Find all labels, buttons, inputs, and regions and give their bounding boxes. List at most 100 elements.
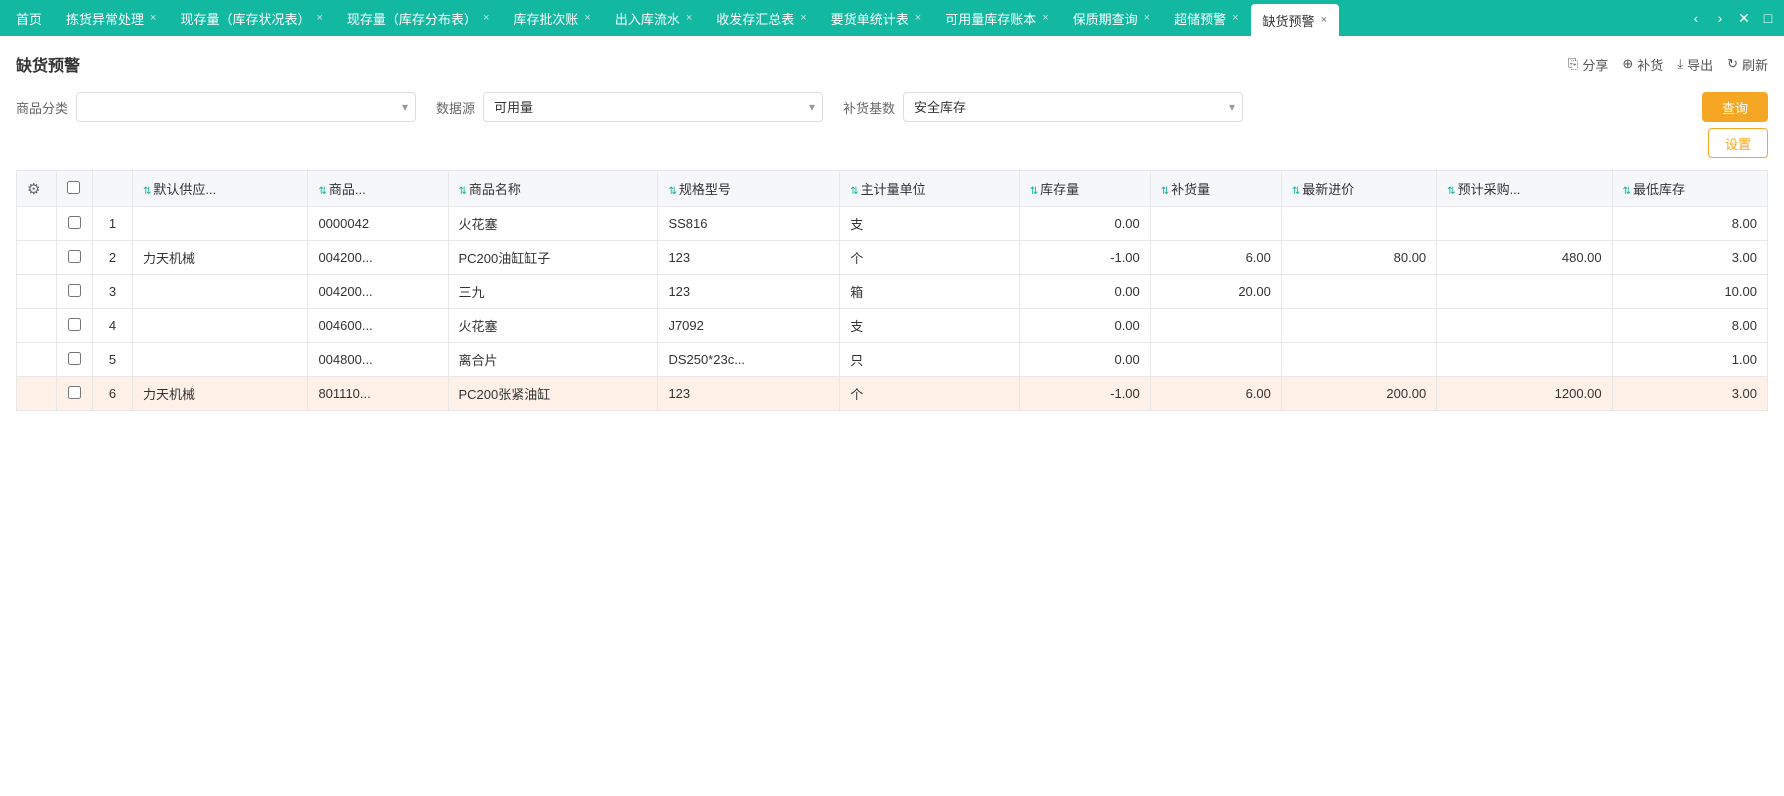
tab-close-receive-summary[interactable]: ×: [800, 12, 806, 24]
row-checkbox[interactable]: [68, 352, 81, 365]
row-spec: DS250*23c...: [658, 343, 840, 377]
export-button[interactable]: ⤓ 导出: [1677, 55, 1713, 74]
estimated-purchase-col-header[interactable]: ⇅预计采购...: [1437, 171, 1612, 207]
tab-close-picking-anomaly[interactable]: ×: [150, 12, 156, 24]
row-supplier: [133, 309, 308, 343]
tab-close-inventory-dist[interactable]: ×: [483, 12, 489, 24]
unit-col-header[interactable]: ⇅主计量单位: [840, 171, 1020, 207]
row-seq: 1: [93, 207, 133, 241]
tab-expiry-query[interactable]: 保质期查询×: [1061, 0, 1162, 36]
row-code: 004200...: [308, 275, 448, 309]
tab-shortage-warning[interactable]: 缺货预警 ×: [1251, 4, 1339, 36]
settings-col-header[interactable]: ⚙: [17, 171, 57, 207]
row-checkbox-cell[interactable]: [57, 275, 93, 309]
row-checkbox-cell[interactable]: [57, 377, 93, 411]
row-inventory: 0.00: [1019, 275, 1150, 309]
row-unit: 只: [840, 343, 1020, 377]
tab-batch-account[interactable]: 库存批次账×: [501, 0, 602, 36]
row-replenish: [1150, 207, 1281, 241]
supplier-col-header[interactable]: ⇅默认供应...: [133, 171, 308, 207]
tab-inout-flow[interactable]: 出入库流水×: [603, 0, 704, 36]
row-replenish: [1150, 309, 1281, 343]
tab-close-shortage-warning[interactable]: ×: [1321, 14, 1327, 26]
sort-icon: ⇅: [1447, 186, 1455, 197]
settings-button[interactable]: 设置: [1708, 128, 1768, 158]
tab-close-demand-stat[interactable]: ×: [915, 12, 921, 24]
share-icon: ⎘: [1568, 56, 1578, 72]
tab-overstock-warning[interactable]: 超储预警 ×: [1162, 0, 1250, 36]
data-table: ⚙ ⇅默认供应... ⇅商品... ⇅商品名称 ⇅规格型号: [16, 170, 1768, 411]
tab-inventory-dist[interactable]: 现存量（库存分布表） ×: [335, 0, 501, 36]
product-code-col-header[interactable]: ⇅商品...: [308, 171, 448, 207]
row-checkbox[interactable]: [68, 318, 81, 331]
tab-close-available-ledger[interactable]: ×: [1042, 12, 1048, 24]
row-checkbox[interactable]: [68, 284, 81, 297]
select-all-checkbox[interactable]: [67, 181, 80, 194]
tab-close-window-button[interactable]: ✕: [1732, 6, 1756, 30]
refresh-icon: ↻: [1727, 56, 1738, 72]
row-min-inventory: 3.00: [1612, 377, 1767, 411]
tab-inventory-status[interactable]: 现存量（库存状况表）×: [168, 0, 334, 36]
row-supplier: [133, 207, 308, 241]
tab-label: 缺货预警: [1263, 11, 1315, 30]
replenish-basis-select[interactable]: 安全库存: [903, 92, 1243, 122]
row-checkbox-cell[interactable]: [57, 207, 93, 241]
tab-next-button[interactable]: ›: [1708, 6, 1732, 30]
tab-bar: 首页拣货异常处理×现存量（库存状况表）×现存量（库存分布表）×库存批次账×出入库…: [0, 0, 1784, 36]
tab-maximize-button[interactable]: □: [1756, 6, 1780, 30]
share-button[interactable]: ⎘ 分享: [1568, 55, 1608, 74]
checkbox-col-header[interactable]: [57, 171, 93, 207]
spec-col-header[interactable]: ⇅规格型号: [658, 171, 840, 207]
row-seq: 4: [93, 309, 133, 343]
row-code: 004600...: [308, 309, 448, 343]
row-estimated: [1437, 309, 1612, 343]
replenish-col-header[interactable]: ⇅补货量: [1150, 171, 1281, 207]
table-row: 4 004600... 火花塞 J7092 支 0.00 8.00: [17, 309, 1768, 343]
row-estimated: 480.00: [1437, 241, 1612, 275]
row-checkbox-cell[interactable]: [57, 343, 93, 377]
min-inventory-col-header[interactable]: ⇅最低库存: [1612, 171, 1767, 207]
row-latest-price: [1281, 343, 1436, 377]
row-checkbox[interactable]: [68, 386, 81, 399]
tab-label: 现存量（库存分布表）: [347, 9, 477, 28]
tab-prev-button[interactable]: ‹: [1684, 6, 1708, 30]
refresh-button[interactable]: ↻ 刷新: [1727, 55, 1768, 74]
replenish-button[interactable]: ⊕ 补货: [1622, 55, 1663, 74]
row-supplier: [133, 343, 308, 377]
tab-label: 超储预警: [1174, 9, 1226, 28]
sort-icon: ⇅: [1161, 186, 1169, 197]
main-content: 缺货预警 ⎘ 分享 ⊕ 补货 ⤓ 导出 ↻ 刷新 商品分类: [0, 36, 1784, 796]
inventory-col-header[interactable]: ⇅库存量: [1019, 171, 1150, 207]
sort-icon: ⇅: [668, 186, 676, 197]
latest-price-col-header[interactable]: ⇅最新进价: [1281, 171, 1436, 207]
gear-icon[interactable]: ⚙: [27, 181, 40, 198]
row-unit: 箱: [840, 275, 1020, 309]
tab-home[interactable]: 首页: [4, 0, 54, 36]
row-name: 三九: [448, 275, 658, 309]
product-category-select[interactable]: [76, 92, 416, 122]
tab-available-ledger[interactable]: 可用量库存账本×: [933, 0, 1060, 36]
tab-receive-summary[interactable]: 收发存汇总表×: [704, 0, 818, 36]
row-checkbox[interactable]: [68, 216, 81, 229]
product-name-col-header[interactable]: ⇅商品名称: [448, 171, 658, 207]
row-checkbox-cell[interactable]: [57, 241, 93, 275]
row-name: 火花塞: [448, 207, 658, 241]
row-inventory: 0.00: [1019, 207, 1150, 241]
tab-demand-stat[interactable]: 要货单统计表 ×: [819, 0, 933, 36]
tab-close-expiry-query[interactable]: ×: [1144, 12, 1150, 24]
tab-close-overstock-warning[interactable]: ×: [1232, 12, 1238, 24]
tab-close-inventory-status[interactable]: ×: [316, 12, 322, 24]
page-title: 缺货预警: [16, 52, 80, 76]
row-checkbox[interactable]: [68, 250, 81, 263]
tab-label: 要货单统计表: [831, 9, 909, 28]
tab-close-inout-flow[interactable]: ×: [686, 12, 692, 24]
row-replenish: 6.00: [1150, 241, 1281, 275]
row-seq: 2: [93, 241, 133, 275]
tab-close-batch-account[interactable]: ×: [584, 12, 590, 24]
row-supplier: [133, 275, 308, 309]
data-source-select[interactable]: 可用量: [483, 92, 823, 122]
row-estimated: [1437, 275, 1612, 309]
row-checkbox-cell[interactable]: [57, 309, 93, 343]
query-button[interactable]: 查询: [1702, 92, 1768, 122]
tab-picking-anomaly[interactable]: 拣货异常处理×: [54, 0, 168, 36]
